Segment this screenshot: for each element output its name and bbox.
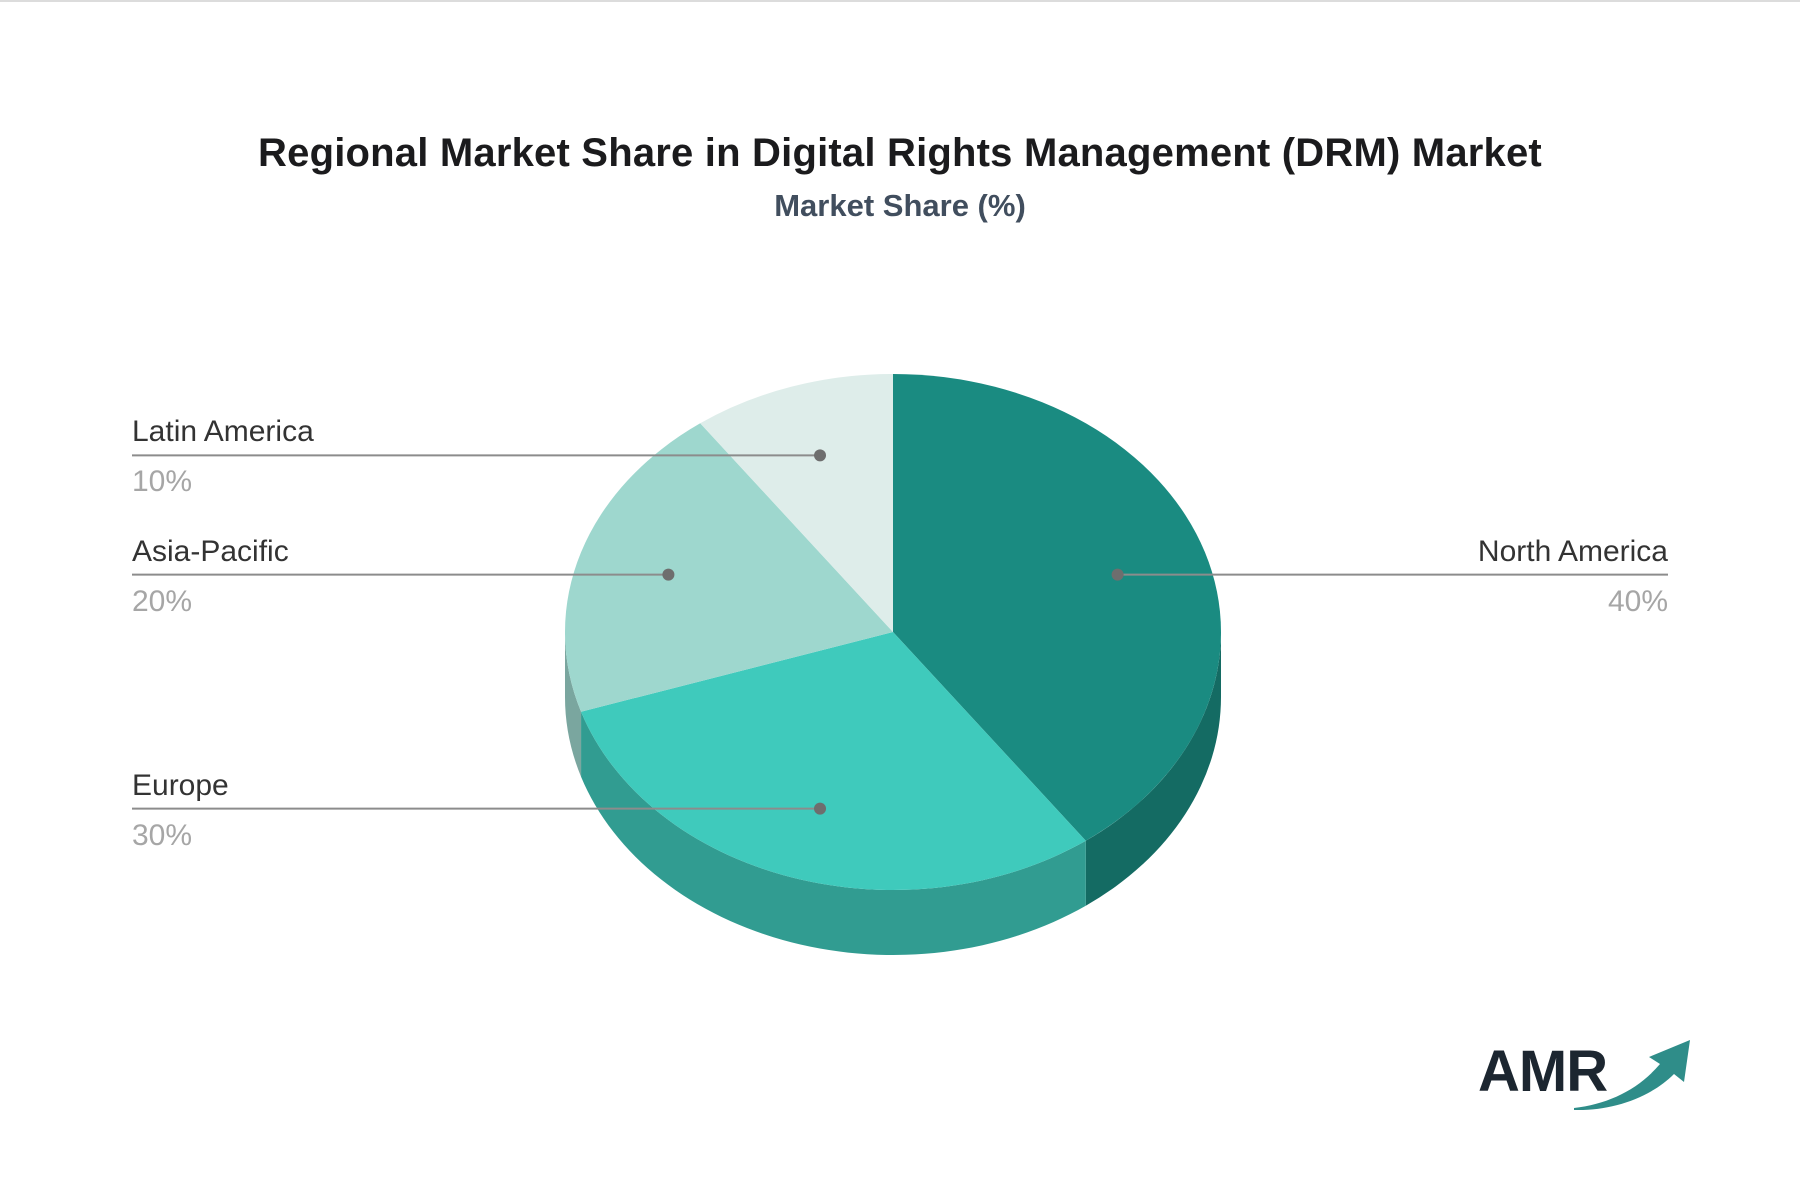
callout-north-america: North America 40%	[1478, 533, 1668, 621]
trend-up-arrow-icon	[1574, 1040, 1690, 1111]
leader-dot	[814, 449, 827, 462]
callout-asia-pacific: Asia-Pacific 20%	[132, 533, 289, 621]
leader-dot	[1111, 568, 1124, 581]
callout-europe: Europe 30%	[132, 767, 229, 855]
leader-dot	[662, 568, 675, 581]
leader-dot	[814, 802, 827, 815]
amr-logo: AMR	[1470, 1028, 1700, 1118]
chart-canvas: Regional Market Share in Digital Rights …	[0, 0, 1800, 1198]
region-label: Europe	[132, 768, 229, 802]
region-value: 30%	[132, 818, 193, 852]
region-label: Latin America	[132, 415, 314, 449]
region-label: Asia-Pacific	[132, 534, 289, 568]
callout-latin-america: Latin America 10%	[132, 413, 314, 501]
region-label: North America	[1477, 534, 1668, 568]
region-value: 20%	[132, 584, 193, 618]
region-value: 40%	[1607, 584, 1668, 618]
region-value: 10%	[132, 465, 193, 499]
